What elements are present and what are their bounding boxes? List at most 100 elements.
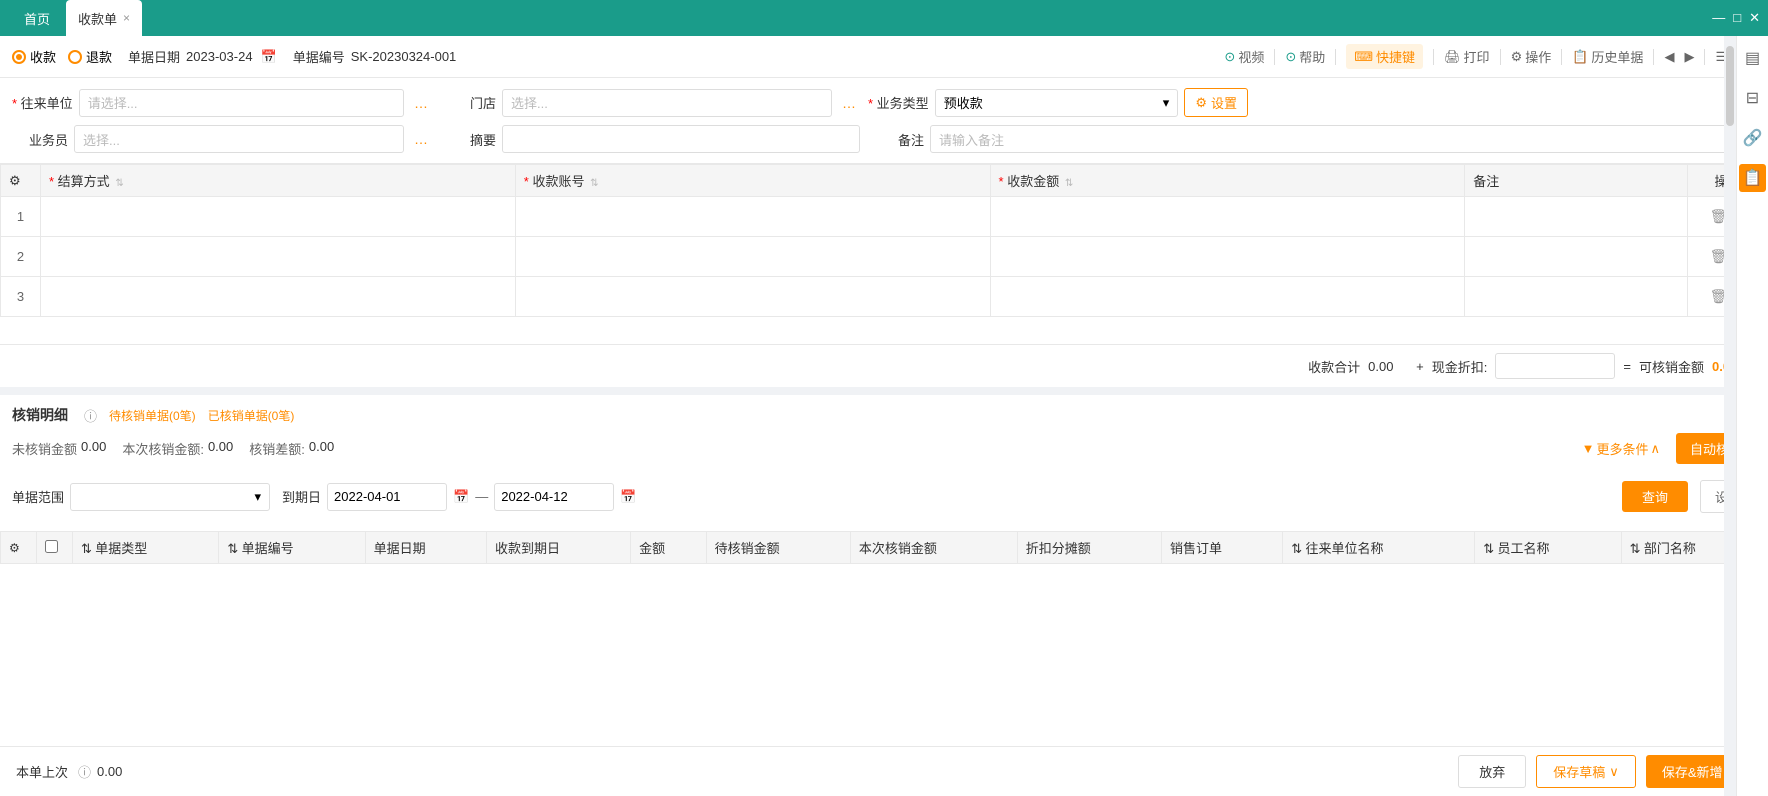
writeoff-info-icon[interactable]: ⓘ <box>84 406 97 425</box>
date-calendar-to[interactable]: 📅 <box>620 489 636 505</box>
settings-button[interactable]: ⚙ 设置 <box>1184 88 1248 117</box>
history-btn[interactable]: 📋 历史单据 <box>1572 47 1643 66</box>
cell-amount-2[interactable] <box>990 237 1465 277</box>
next-arrow[interactable]: ▶ <box>1684 49 1694 65</box>
cash-discount-label: 现金折扣: <box>1432 357 1488 376</box>
partner-more-icon[interactable]: … <box>410 95 432 111</box>
date-to-input[interactable] <box>494 483 614 511</box>
col-settings-header[interactable]: ⚙ <box>1 165 41 197</box>
shortcut-btn[interactable]: ⌨ 快捷键 <box>1346 44 1423 69</box>
date-from-input[interactable] <box>327 483 447 511</box>
radio-receive-dot <box>12 50 26 64</box>
close-btn[interactable]: ✕ <box>1749 10 1760 26</box>
store-input[interactable]: 选择... <box>502 89 832 117</box>
video-icon: ⊙ <box>1224 49 1235 65</box>
sort-settlement-icon[interactable]: ⇅ <box>115 178 123 189</box>
divider7 <box>1704 49 1705 65</box>
radio-refund[interactable]: 退款 <box>68 47 112 66</box>
col-partner-label: 往来单位名称 <box>1305 541 1383 556</box>
minimize-btn[interactable]: — <box>1712 10 1725 26</box>
done-writeoff-tab[interactable]: 已核销单据(0笔) <box>208 407 295 424</box>
help-btn[interactable]: ⊙ 帮助 <box>1285 47 1325 66</box>
diff-stat: 核销差额: 0.00 <box>249 439 334 458</box>
bottom-col-date: 单据日期 <box>365 532 486 564</box>
prev-arrow[interactable]: ◀ <box>1664 49 1674 65</box>
select-all-checkbox[interactable] <box>45 540 58 553</box>
right-sidebar: ▤ ⊟ 🔗 📋 <box>1736 36 1768 796</box>
store-more-icon[interactable]: … <box>838 95 860 111</box>
more-conditions-label: 更多条件 <box>1596 439 1648 458</box>
query-button[interactable]: 查询 <box>1622 481 1688 512</box>
cash-discount-input[interactable] <box>1495 353 1615 379</box>
biz-type-select[interactable]: 预收款 ▾ <box>935 89 1179 117</box>
range-select[interactable]: ▾ <box>70 483 270 511</box>
cell-remark-1[interactable] <box>1465 197 1688 237</box>
remark-input[interactable]: 请输入备注 <box>930 125 1756 153</box>
sort-account-icon[interactable]: ⇅ <box>590 178 598 189</box>
bottom-col-checkbox[interactable] <box>37 532 73 564</box>
col-amount-header: 收款金额 ⇅ <box>990 165 1465 197</box>
sort-dept-icon[interactable]: ⇅ <box>1630 541 1641 556</box>
sidebar-icon-3[interactable]: 🔗 <box>1739 124 1767 152</box>
cell-account-1[interactable] <box>515 197 990 237</box>
date-value[interactable]: 2023-03-24 <box>186 49 253 64</box>
staff-input[interactable]: 选择... <box>74 125 404 153</box>
history-icon: 📋 <box>1572 49 1588 65</box>
diff-label: 核销差额: <box>249 439 305 458</box>
partner-placeholder: 请选择... <box>88 93 138 112</box>
cell-remark-3[interactable] <box>1465 277 1688 317</box>
more-conditions-btn[interactable]: ▼ 更多条件 ∧ <box>1582 439 1660 458</box>
bottom-col-due-date: 收款到期日 <box>486 532 630 564</box>
cell-amount-3[interactable] <box>990 277 1465 317</box>
sort-partner-icon[interactable]: ⇅ <box>1291 541 1302 556</box>
date-calendar-from[interactable]: 📅 <box>453 489 469 505</box>
maximize-btn[interactable]: □ <box>1733 10 1741 26</box>
save-draft-button[interactable]: 保存草稿 ∨ <box>1536 755 1636 788</box>
remark-field: 备注 请输入备注 <box>868 125 1756 153</box>
sidebar-icon-4[interactable]: 📋 <box>1739 164 1767 192</box>
footer-info-icon[interactable]: ⓘ <box>78 762 91 781</box>
sort-staff-icon[interactable]: ⇅ <box>1483 541 1494 556</box>
col-type-label: 单据类型 <box>95 541 147 556</box>
scroll-thumb[interactable] <box>1726 46 1734 126</box>
history-label: 历史单据 <box>1591 47 1643 66</box>
date-calendar-icon[interactable]: 📅 <box>261 49 277 65</box>
video-btn[interactable]: ⊙ 视频 <box>1224 47 1264 66</box>
pending-writeoff-tab[interactable]: 待核销单据(0笔) <box>109 407 196 424</box>
radio-receive[interactable]: 收款 <box>12 47 56 66</box>
cell-settlement-1[interactable] <box>41 197 516 237</box>
radio-refund-dot <box>68 50 82 64</box>
tab-close-icon[interactable]: × <box>123 11 130 25</box>
summary-input[interactable] <box>502 125 860 153</box>
biz-type-field: 业务类型 预收款 ▾ ⚙ 设置 <box>868 88 1248 117</box>
sort-amount-icon[interactable]: ⇅ <box>1065 178 1073 189</box>
sort-number-icon[interactable]: ⇅ <box>227 541 238 556</box>
scrollbar[interactable] <box>1724 36 1736 796</box>
print-btn[interactable]: 🖨 打印 <box>1444 47 1490 66</box>
sort-type-icon[interactable]: ⇅ <box>81 541 92 556</box>
col-pending-label: 待核销金额 <box>715 541 780 556</box>
abandon-button[interactable]: 放弃 <box>1458 755 1526 788</box>
cell-account-2[interactable] <box>515 237 990 277</box>
receive-total-value: 0.00 <box>1368 359 1408 374</box>
tab-active[interactable]: 收款单 × <box>66 0 142 36</box>
main-content: 收款 退款 单据日期 2023-03-24 📅 单据编号 SK-20230324… <box>0 36 1768 796</box>
cell-amount-1[interactable] <box>990 197 1465 237</box>
tab-home[interactable]: 首页 <box>8 0 66 36</box>
number-value[interactable]: SK-20230324-001 <box>351 49 457 64</box>
table-row: 1 🗑 ⧉ <box>1 197 1768 237</box>
bottom-col-settings[interactable]: ⚙ <box>1 532 37 564</box>
cell-remark-2[interactable] <box>1465 237 1688 277</box>
sidebar-icon-1[interactable]: ▤ <box>1741 44 1764 72</box>
staff-more-icon[interactable]: … <box>410 131 432 147</box>
operation-btn[interactable]: ⚙ 操作 <box>1511 47 1552 66</box>
store-field: 门店 选择... … <box>440 89 860 117</box>
partner-input[interactable]: 请选择... <box>79 89 404 117</box>
col-remark-label: 备注 <box>1473 174 1499 189</box>
cell-settlement-2[interactable] <box>41 237 516 277</box>
sidebar-icon-2[interactable]: ⊟ <box>1742 84 1763 112</box>
cell-settlement-3[interactable] <box>41 277 516 317</box>
biz-type-value: 预收款 <box>944 93 983 112</box>
radio-refund-label: 退款 <box>86 47 112 66</box>
cell-account-3[interactable] <box>515 277 990 317</box>
